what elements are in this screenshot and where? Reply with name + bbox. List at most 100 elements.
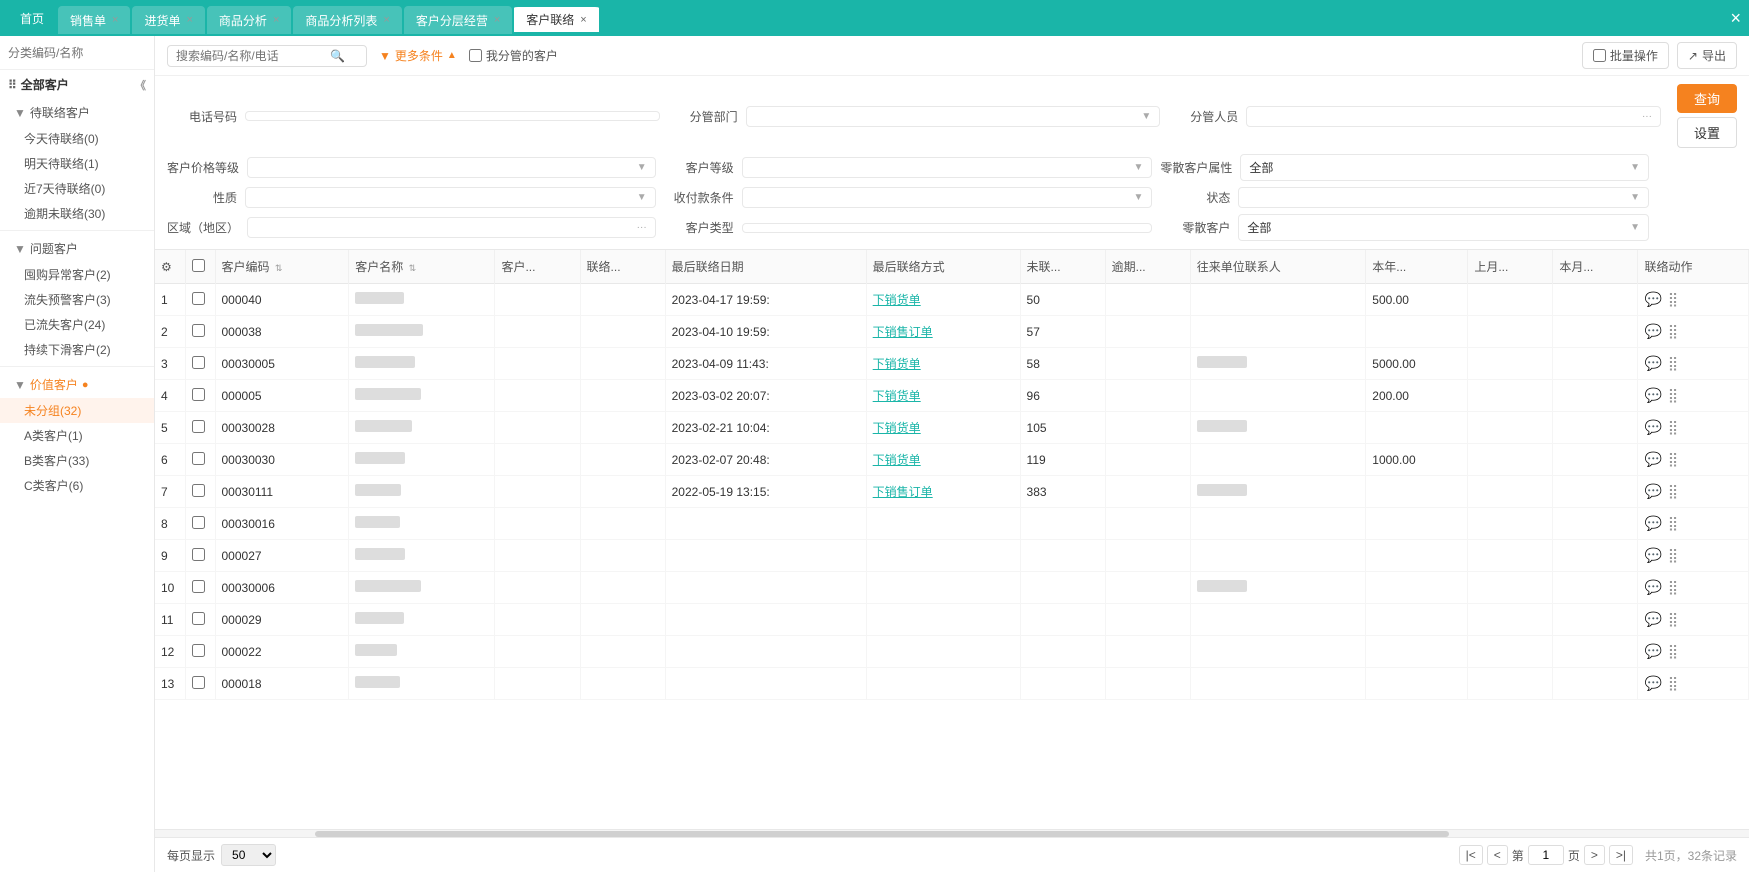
row-checkbox[interactable] [192,516,205,529]
more-icon[interactable]: ⣿ [1668,643,1678,660]
query-button[interactable]: 查询 [1677,84,1737,113]
nav-item-customer-segment[interactable]: 客户分层经营 × [404,6,512,34]
nav-close-goods-analysis[interactable]: × [273,14,279,26]
last-method-link[interactable]: 下销货单 [873,421,921,435]
batch-checkbox[interactable] [1593,49,1606,62]
last-page-button[interactable]: >| [1609,845,1633,865]
filter-more-conditions[interactable]: ▼ 更多条件 ▲ [379,47,457,64]
next-page-button[interactable]: > [1584,845,1605,865]
comment-icon[interactable]: 💬 [1644,611,1661,628]
row-checkbox[interactable] [192,548,205,561]
adv-status-select[interactable]: ▼ [1238,187,1649,208]
comment-icon[interactable]: 💬 [1644,419,1661,436]
reset-button[interactable]: 设置 [1677,117,1737,148]
select-all-checkbox[interactable] [192,259,205,272]
comment-icon[interactable]: 💬 [1644,291,1661,308]
nav-close-goods-list[interactable]: × [383,14,389,26]
more-icon[interactable]: ⣿ [1668,579,1678,596]
sidebar-search-input[interactable] [8,46,155,60]
adv-nature-select[interactable]: ▼ [245,187,656,208]
adv-region-input[interactable]: ··· [247,217,656,238]
row-checkbox[interactable] [192,452,205,465]
row-checkbox[interactable] [192,580,205,593]
nav-close-customer-segment[interactable]: × [494,14,500,26]
comment-icon[interactable]: 💬 [1644,355,1661,372]
sidebar-item-week[interactable]: 近7天待联络(0) [0,176,154,201]
sidebar-item-hoard[interactable]: 囤购异常客户(2) [0,262,154,287]
row-checkbox[interactable] [192,644,205,657]
more-icon[interactable]: ⣿ [1668,323,1678,340]
batch-operation-button[interactable]: 批量操作 [1582,42,1669,69]
nav-item-purchase[interactable]: 进货单 × [132,6,204,34]
sidebar-item-typeB[interactable]: B类客户(33) [0,448,154,473]
export-button[interactable]: ↗ 导出 [1677,42,1737,69]
th-code[interactable]: 客户编码 ⇅ [215,250,349,284]
sidebar-item-typeC[interactable]: C类客户(6) [0,473,154,498]
sidebar-item-tomorrow[interactable]: 明天待联络(1) [0,151,154,176]
nav-close-customer-contact[interactable]: × [580,14,586,26]
nav-close-purchase[interactable]: × [186,14,192,26]
row-checkbox[interactable] [192,612,205,625]
last-method-link[interactable]: 下销售订单 [873,325,933,339]
last-method-link[interactable]: 下销货单 [873,453,921,467]
filter-search-icon[interactable]: 🔍 [330,49,345,63]
comment-icon[interactable]: 💬 [1644,323,1661,340]
sidebar-item-lost[interactable]: 已流失客户(24) [0,312,154,337]
adv-dept-select[interactable]: ▼ [746,106,1161,127]
nav-item-goods-analysis[interactable]: 商品分析 × [207,6,291,34]
sidebar-item-overdue[interactable]: 逾期未联络(30) [0,201,154,226]
problem-group-header[interactable]: ▼ 问题客户 [0,235,154,262]
nav-close-sales[interactable]: × [112,14,118,26]
row-checkbox[interactable] [192,324,205,337]
more-icon[interactable]: ⣿ [1668,547,1678,564]
adv-payment-select[interactable]: ▼ [742,187,1153,208]
row-checkbox[interactable] [192,356,205,369]
sidebar-item-today[interactable]: 今天待联络(0) [0,126,154,151]
adv-price-level-select[interactable]: ▼ [247,157,656,178]
value-group-header[interactable]: ▼ 价值客户 ● [0,371,154,398]
comment-icon[interactable]: 💬 [1644,643,1661,660]
scrollbar-thumb[interactable] [315,831,1449,837]
per-page-select[interactable]: 50 100 200 [221,844,276,866]
comment-icon[interactable]: 💬 [1644,547,1661,564]
window-close-button[interactable]: × [1730,8,1741,29]
th-settings[interactable]: ⚙ [155,250,185,284]
sidebar-item-churn[interactable]: 流失预警客户(3) [0,287,154,312]
last-method-link[interactable]: 下销售订单 [873,485,933,499]
comment-icon[interactable]: 💬 [1644,483,1661,500]
comment-icon[interactable]: 💬 [1644,675,1661,692]
nav-item-customer-contact[interactable]: 客户联络 × [514,4,598,32]
more-icon[interactable]: ⣿ [1668,611,1678,628]
adv-cust-type-input[interactable] [742,223,1153,233]
last-method-link[interactable]: 下销货单 [873,389,921,403]
more-icon[interactable]: ⣿ [1668,515,1678,532]
my-customers-checkbox[interactable] [469,49,482,62]
last-method-link[interactable]: 下销货单 [873,293,921,307]
sidebar-item-typeA[interactable]: A类客户(1) [0,423,154,448]
sidebar-item-decline[interactable]: 持续下滑客户(2) [0,337,154,362]
th-name[interactable]: 客户名称 ⇅ [349,250,495,284]
comment-icon[interactable]: 💬 [1644,451,1661,468]
adv-phone-input[interactable] [245,111,660,121]
prev-page-button[interactable]: < [1487,845,1508,865]
adv-cust-level-select[interactable]: ▼ [742,157,1153,178]
adv-manager-input[interactable]: ··· [1246,106,1661,127]
adv-retail-attr-select[interactable]: 全部 ▼ [1240,154,1649,181]
more-icon[interactable]: ⣿ [1668,451,1678,468]
more-icon[interactable]: ⣿ [1668,419,1678,436]
nav-item-sales[interactable]: 销售单 × [58,6,130,34]
comment-icon[interactable]: 💬 [1644,515,1661,532]
row-checkbox[interactable] [192,484,205,497]
more-icon[interactable]: ⣿ [1668,387,1678,404]
sidebar-item-ungrouped[interactable]: 未分组(32) [0,398,154,423]
more-icon[interactable]: ⣿ [1668,291,1678,308]
filter-search-input[interactable] [176,49,326,63]
more-icon[interactable]: ⣿ [1668,483,1678,500]
row-checkbox[interactable] [192,292,205,305]
adv-retail-cust-select[interactable]: 全部 ▼ [1238,214,1649,241]
pending-group-header[interactable]: ▼ 待联络客户 [0,99,154,126]
more-icon[interactable]: ⣿ [1668,675,1678,692]
more-icon[interactable]: ⣿ [1668,355,1678,372]
nav-item-goods-list[interactable]: 商品分析列表 × [293,6,401,34]
first-page-button[interactable]: |< [1459,845,1483,865]
